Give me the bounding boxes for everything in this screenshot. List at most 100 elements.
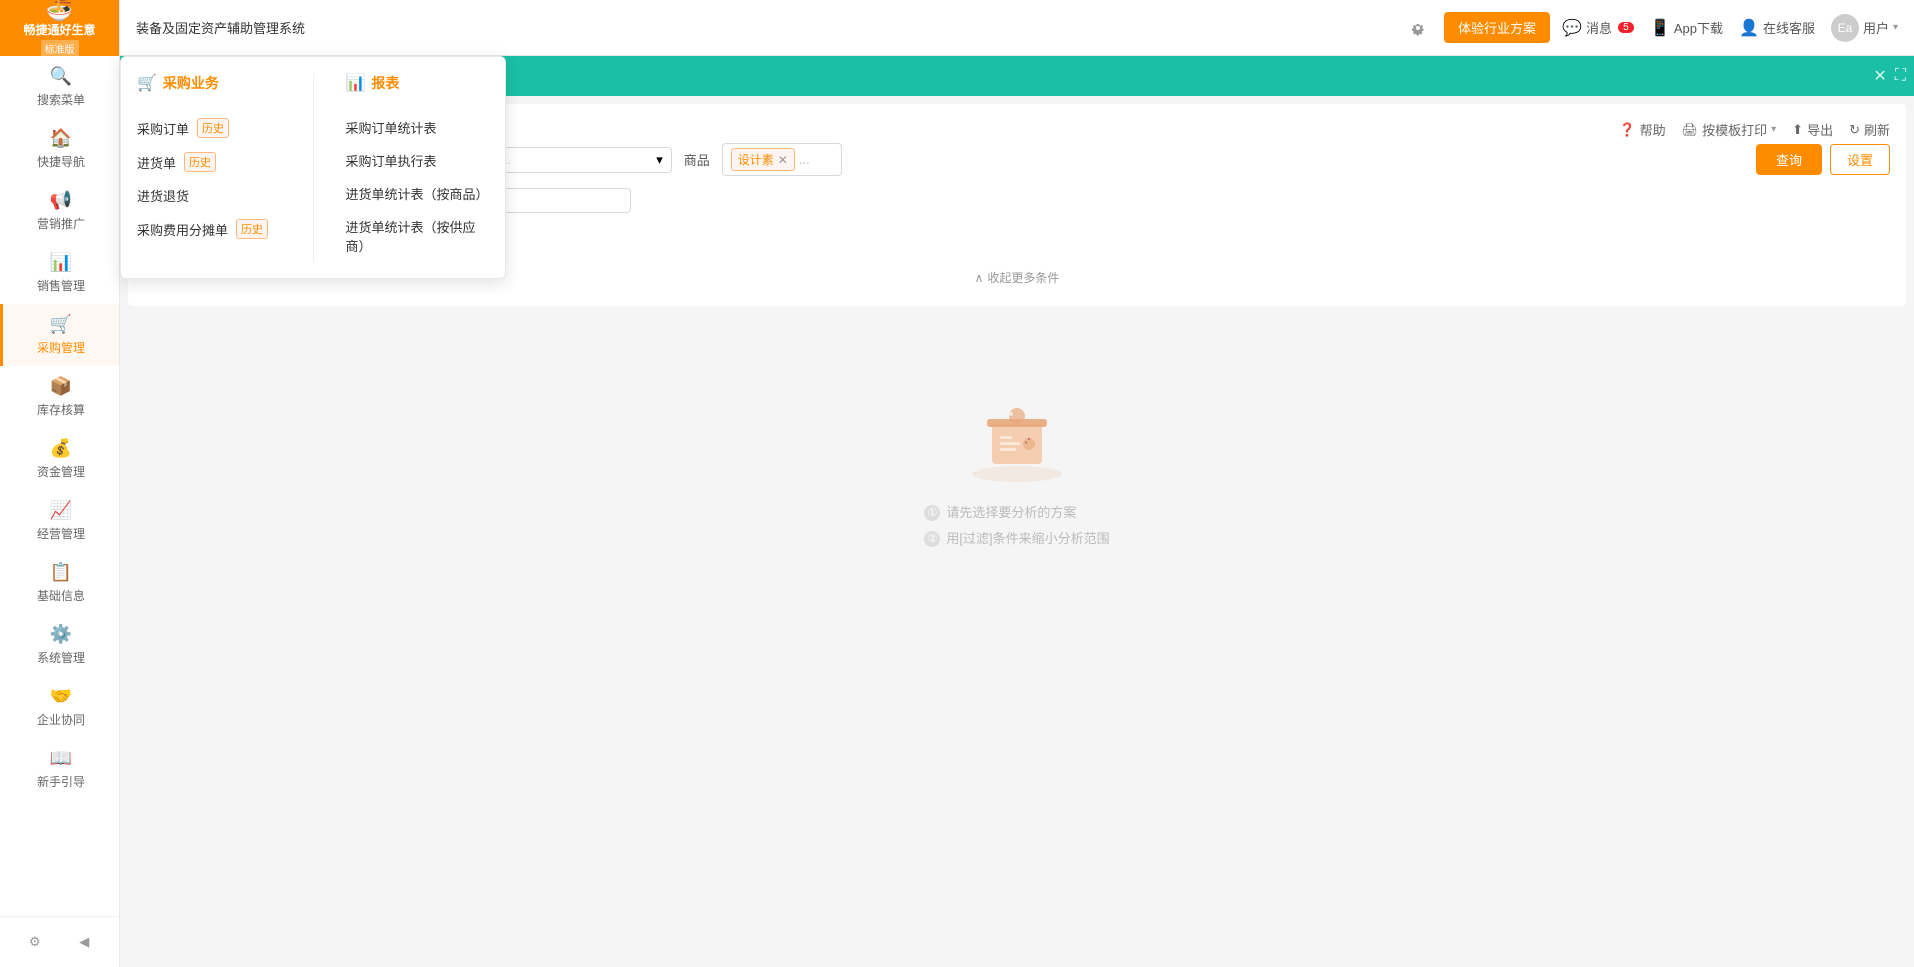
export-btn[interactable]: ⬆ 导出 — [1792, 120, 1833, 139]
sidebar-bottom: ⚙ ◀ — [0, 916, 119, 967]
message-label: 消息 — [1586, 18, 1612, 37]
menu-item-purchase-order[interactable]: 采购订单 历史 — [137, 111, 281, 145]
print-btn[interactable]: 🖨 按模板打印 ▾ — [1682, 120, 1777, 139]
basic-info-icon: 📋 — [50, 562, 72, 583]
empty-tip-2: ② 用[过滤]条件来缩小分析范围 — [924, 526, 1109, 552]
inventory-icon: 📦 — [50, 376, 72, 397]
user-menu-btn[interactable]: Ea 用户 ▾ — [1831, 14, 1898, 42]
sidebar-item-label: 企业协同 — [37, 711, 85, 728]
menu-item-purchase-order-stat[interactable]: 采购订单统计表 — [346, 111, 490, 144]
sidebar-item-inventory[interactable]: 📦 库存核算 — [0, 366, 119, 428]
sidebar-item-system[interactable]: ⚙️ 系统管理 — [0, 614, 119, 676]
sidebar-item-operation[interactable]: 📈 经营管理 — [0, 490, 119, 552]
phone-icon: 📱 — [1650, 18, 1670, 38]
system-settings-icon[interactable] — [1404, 14, 1432, 42]
purchase-order-label: 采购订单 — [137, 119, 189, 138]
expand-window-icon[interactable]: ⛶ — [1895, 67, 1906, 85]
enterprise-icon: 🤝 — [50, 686, 72, 707]
purchase-section-title: 🛒 采购业务 — [137, 73, 281, 99]
message-badge: 5 — [1618, 22, 1634, 33]
collapse-up-icon: ∧ — [975, 271, 984, 285]
menu-item-return-goods[interactable]: 进货退货 — [137, 179, 281, 212]
service-icon: 👤 — [1739, 18, 1759, 38]
online-service-label: 在线客服 — [1763, 18, 1815, 37]
menu-item-receive-stat-supplier[interactable]: 进货单统计表（按供应商） — [346, 210, 490, 262]
sidebar-item-guide[interactable]: 📖 新手引导 — [0, 738, 119, 800]
user-dropdown-icon: ▾ — [1893, 22, 1898, 33]
system-title: 装备及固定资产辅助管理系统 — [136, 18, 1392, 37]
search-icon: 🔍 — [50, 66, 72, 87]
print-label: 按模板打印 — [1702, 120, 1767, 139]
goods-more-icon[interactable]: ... — [799, 152, 810, 167]
online-service-btn[interactable]: 👤 在线客服 — [1739, 18, 1815, 38]
goods-tag-close-icon[interactable]: ✕ — [778, 153, 788, 167]
sidebar-item-marketing[interactable]: 📢 营销推广 — [0, 180, 119, 242]
export-icon: ⬆ — [1792, 122, 1803, 138]
action-btns: 查询 设置 — [1756, 144, 1890, 175]
sidebar-item-purchase[interactable]: 🛒 采购管理 — [0, 304, 119, 366]
purchase-dropdown-menu: 🛒 采购业务 采购订单 历史 进货单 历史 进货退货 采购费用分摊单 历史 — [120, 56, 506, 279]
doc-status-arrow: ▾ — [656, 152, 663, 168]
empty-state: ① 请先选择要分析的方案 ② 用[过滤]条件来缩小分析范围 — [120, 314, 1914, 632]
app-download-btn[interactable]: 📱 App下载 — [1650, 18, 1723, 38]
print-dropdown-icon: ▾ — [1771, 124, 1776, 135]
settings-button[interactable]: 设置 — [1830, 144, 1890, 175]
sidebar-item-label: 基础信息 — [37, 587, 85, 604]
sidebar-item-label: 营销推广 — [37, 215, 85, 232]
receive-stat-supplier-label: 进货单统计表（按供应商） — [346, 217, 490, 255]
home-icon: 🏠 — [50, 128, 72, 149]
menu-item-receive-goods[interactable]: 进货单 历史 — [137, 145, 281, 179]
purchase-expense-label: 采购费用分摊单 — [137, 220, 228, 239]
close-window-icon[interactable]: ✕ — [1873, 66, 1886, 86]
operation-icon: 📈 — [50, 500, 72, 521]
logo-tag: 标准版 — [41, 40, 79, 57]
goods-filter[interactable]: 设计素 ✕ ... — [722, 143, 842, 176]
sidebar-item-label: 资金管理 — [37, 463, 85, 480]
sidebar-item-label: 系统管理 — [37, 649, 85, 666]
guide-icon: 📖 — [50, 748, 72, 769]
menu-item-purchase-expense[interactable]: 采购费用分摊单 历史 — [137, 212, 281, 246]
empty-tip-1: ① 请先选择要分析的方案 — [924, 500, 1109, 526]
tip-num-2: ② — [924, 531, 940, 547]
industry-btn[interactable]: 体验行业方案 — [1444, 12, 1550, 43]
export-label: 导出 — [1807, 120, 1833, 139]
menu-item-purchase-order-exec[interactable]: 采购订单执行表 — [346, 144, 490, 177]
refresh-btn[interactable]: ↻ 刷新 — [1849, 120, 1890, 139]
report-section-label: 报表 — [371, 73, 399, 93]
sidebar: 🍜 畅捷通好生意 标准版 🔍 搜索菜单 🏠 快捷导航 📢 营销推广 📊 销售管理… — [0, 0, 120, 967]
avatar: Ea — [1831, 14, 1859, 42]
purchase-icon: 🛒 — [50, 314, 72, 335]
purchase-section-label: 采购业务 — [163, 73, 219, 93]
report-section-title: 📊 报表 — [346, 73, 490, 99]
purchase-section-icon: 🛒 — [137, 73, 157, 93]
tip-text-1: 请先选择要分析的方案 — [946, 500, 1076, 526]
system-icon: ⚙️ — [50, 624, 72, 645]
refresh-label: 刷新 — [1864, 120, 1890, 139]
menu-divider — [313, 73, 314, 262]
sidebar-item-sales[interactable]: 📊 销售管理 — [0, 242, 119, 304]
help-label: 帮助 — [1640, 120, 1666, 139]
sidebar-item-basic-info[interactable]: 📋 基础信息 — [0, 552, 119, 614]
sidebar-logo: 🍜 畅捷通好生意 标准版 — [0, 0, 119, 56]
query-button[interactable]: 查询 — [1756, 144, 1822, 175]
collapse-sidebar-icon[interactable]: ◀ — [69, 927, 99, 957]
menu-item-receive-stat-goods[interactable]: 进货单统计表（按商品） — [346, 177, 490, 210]
sidebar-item-enterprise[interactable]: 🤝 企业协同 — [0, 676, 119, 738]
goods-tag: 设计素 ✕ — [731, 148, 795, 171]
topnav: 装备及固定资产辅助管理系统 体验行业方案 💬 消息 5 📱 App下载 👤 在线… — [120, 0, 1914, 56]
help-btn[interactable]: ❓ 帮助 — [1619, 120, 1665, 139]
sidebar-item-quick-nav[interactable]: 🏠 快捷导航 — [0, 118, 119, 180]
receive-goods-label: 进货单 — [137, 153, 176, 172]
sidebar-item-label: 经营管理 — [37, 525, 85, 542]
message-btn[interactable]: 💬 消息 5 — [1562, 18, 1634, 38]
sidebar-item-capital[interactable]: 💰 资金管理 — [0, 428, 119, 490]
sidebar-item-search[interactable]: 🔍 搜索菜单 — [0, 56, 119, 118]
message-icon: 💬 — [1562, 18, 1582, 38]
doc-status-select[interactable]: ... ▾ — [492, 147, 672, 173]
settings-icon[interactable]: ⚙ — [20, 927, 50, 957]
tabbar-right: ✕ ⛶ — [1873, 66, 1906, 86]
sidebar-item-label: 采购管理 — [37, 339, 85, 356]
topnav-right: 💬 消息 5 📱 App下载 👤 在线客服 Ea 用户 ▾ — [1562, 14, 1898, 42]
sidebar-item-label: 快捷导航 — [37, 153, 85, 170]
return-goods-label: 进货退货 — [137, 186, 189, 205]
